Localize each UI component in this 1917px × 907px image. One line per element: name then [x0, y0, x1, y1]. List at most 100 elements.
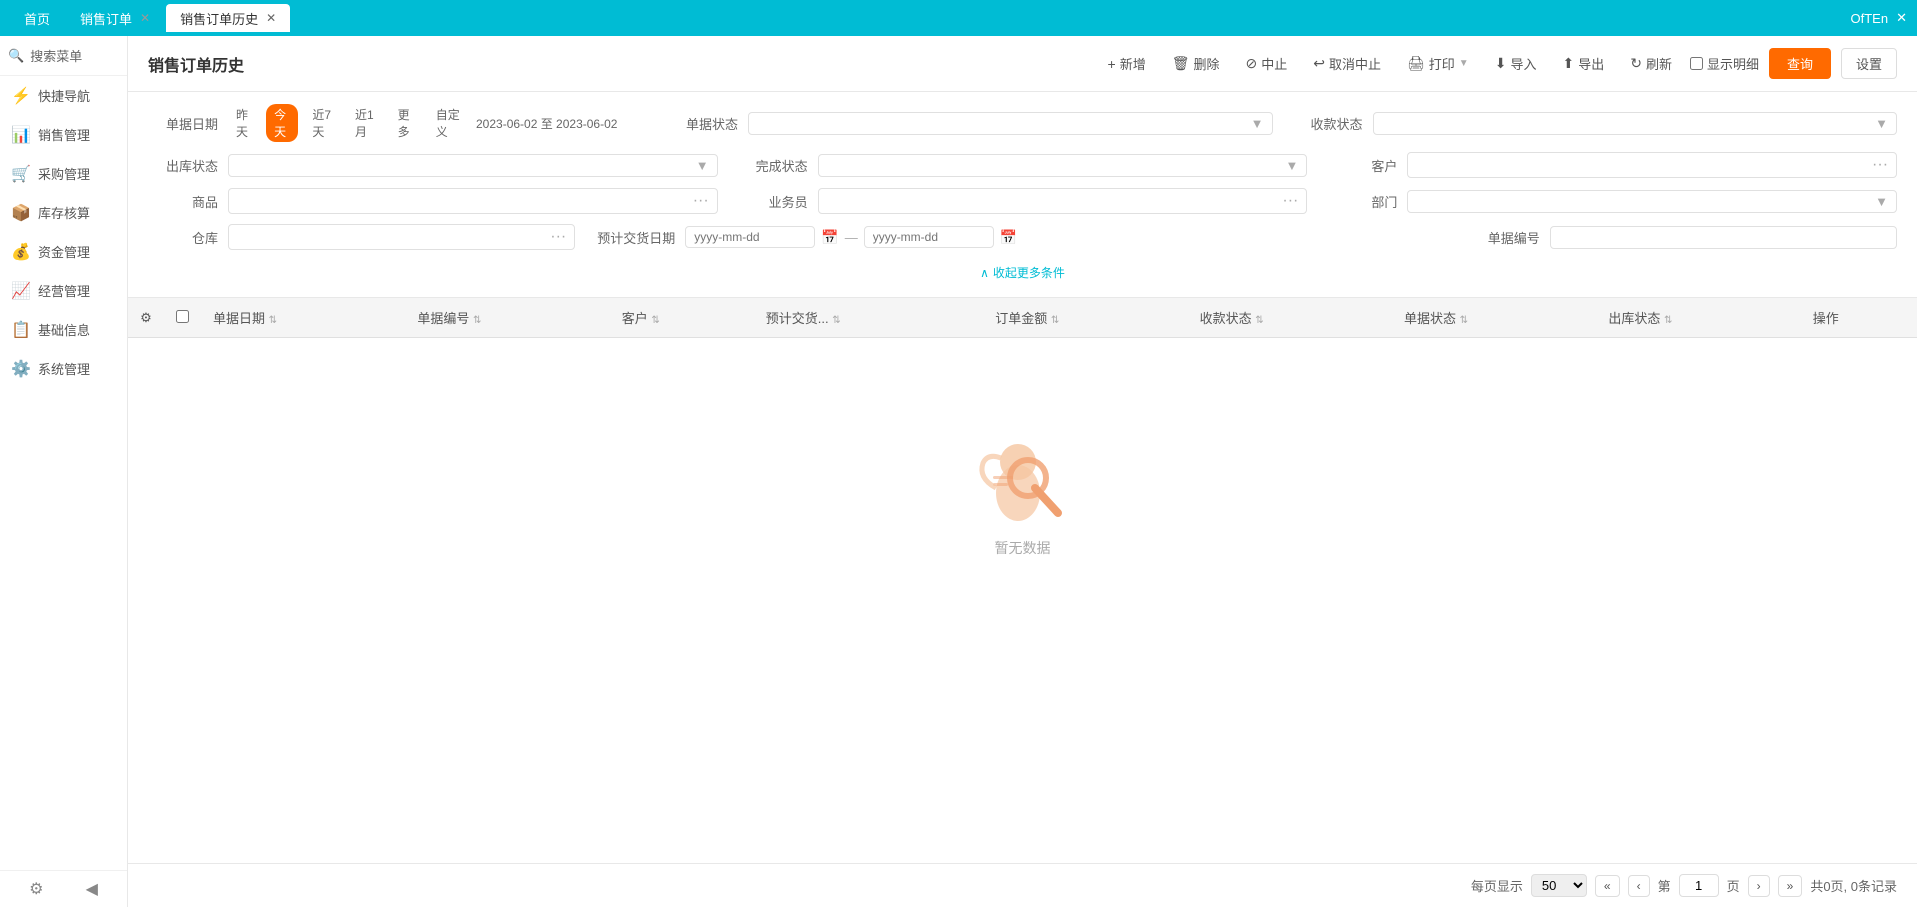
expected-date-to[interactable]	[864, 226, 994, 248]
sidebar-item-basic-info[interactable]: 📋 基础信息	[0, 310, 127, 349]
cancel-stop-button[interactable]: ↩ 取消中止	[1305, 50, 1389, 77]
col-order-no[interactable]: 单据编号 ⇅	[405, 298, 609, 338]
customer-field[interactable]	[1416, 158, 1868, 173]
system-mgmt-icon: ⚙️	[12, 360, 30, 378]
export-button[interactable]: ⬆ 导出	[1554, 50, 1612, 77]
add-icon: +	[1108, 56, 1116, 72]
import-icon: ⬇	[1495, 55, 1507, 72]
stop-button[interactable]: ⊘ 中止	[1238, 50, 1296, 77]
date-more[interactable]: 更多	[390, 104, 422, 142]
refresh-icon: ↻	[1630, 55, 1642, 72]
setting-button[interactable]: 设置	[1841, 48, 1897, 79]
filter-area: 单据日期 昨天 今天 近7天 近1月 更多 自定义 2023-06-02 至 2…	[128, 92, 1917, 298]
salesperson-field[interactable]	[827, 194, 1279, 209]
page-number-input[interactable]	[1679, 874, 1719, 897]
customer-dots-icon[interactable]: ···	[1872, 156, 1888, 174]
table-area: ⚙ 单据日期 ⇅ 单据编号 ⇅ 客户 ⇅	[128, 298, 1917, 863]
empty-svg	[963, 418, 1083, 538]
sidebar-settings-icon[interactable]: ⚙	[29, 879, 43, 899]
product-dots-icon[interactable]: ···	[693, 192, 709, 210]
date-today[interactable]: 今天	[266, 104, 298, 142]
dept-select[interactable]: ▼	[1407, 190, 1897, 213]
date-7days[interactable]: 近7天	[304, 104, 341, 142]
product-field[interactable]	[237, 194, 689, 209]
per-page-select[interactable]: 10 20 50 100	[1531, 874, 1587, 897]
date-yesterday[interactable]: 昨天	[228, 104, 260, 142]
add-button[interactable]: + 新增	[1100, 50, 1154, 77]
salesperson-dots-icon[interactable]: ···	[1282, 192, 1298, 210]
prev-page-button[interactable]: ‹	[1628, 875, 1650, 897]
top-bar-close[interactable]: ✕	[1896, 10, 1907, 26]
inventory-icon: 📦	[12, 204, 30, 222]
sidebar-collapse-icon[interactable]: ◀	[86, 879, 98, 899]
sidebar-item-finance[interactable]: 💰 资金管理	[0, 232, 127, 271]
delete-button[interactable]: 🗑 删除	[1164, 50, 1228, 77]
quick-nav-icon: ⚡	[12, 87, 30, 105]
col-date[interactable]: 单据日期 ⇅	[201, 298, 405, 338]
col-customer[interactable]: 客户 ⇅	[610, 298, 754, 338]
calendar-to-icon[interactable]: 📅	[1000, 229, 1017, 246]
out-status-chevron-icon: ▼	[696, 158, 709, 173]
col-out-sort-icon: ⇅	[1664, 315, 1672, 326]
toolbar: + 新增 🗑 删除 ⊘ 中止 ↩ 取消中止 🖨 打印	[1100, 48, 1898, 79]
next-page-button[interactable]: ›	[1748, 875, 1770, 897]
product-input[interactable]: ···	[228, 188, 718, 214]
col-expected-delivery[interactable]: 预计交货... ⇅	[754, 298, 984, 338]
status-select[interactable]: ▼	[748, 112, 1273, 135]
warehouse-dots-icon[interactable]: ···	[550, 228, 566, 246]
date-custom[interactable]: 自定义	[428, 104, 468, 142]
refresh-button[interactable]: ↻ 刷新	[1622, 50, 1680, 77]
sidebar-item-operation[interactable]: 📈 经营管理	[0, 271, 127, 310]
page-word: 第	[1658, 876, 1671, 895]
sidebar-item-sales-mgmt[interactable]: 📊 销售管理	[0, 115, 127, 154]
customer-input[interactable]: ···	[1407, 152, 1897, 178]
pagination: 每页显示 10 20 50 100 « ‹ 第 页 › » 共0页, 0条记录	[128, 863, 1917, 907]
collapse-more-btn[interactable]: ∧ 收起更多条件	[148, 260, 1897, 285]
col-out-status[interactable]: 出库状态 ⇅	[1596, 298, 1800, 338]
select-all-checkbox[interactable]	[176, 310, 189, 323]
first-page-button[interactable]: «	[1595, 875, 1620, 897]
show-detail-checkbox[interactable]	[1690, 57, 1703, 70]
print-icon: 🖨	[1407, 55, 1425, 72]
order-no-input[interactable]	[1550, 226, 1897, 249]
warehouse-field[interactable]	[237, 230, 546, 245]
customer-filter-label: 客户	[1327, 156, 1407, 175]
sidebar-item-inventory[interactable]: 📦 库存核算	[0, 193, 127, 232]
export-icon: ⬆	[1562, 55, 1574, 72]
order-no-field[interactable]	[1559, 230, 1888, 245]
date-1month[interactable]: 近1月	[347, 104, 384, 142]
content-area: 销售订单历史 + 新增 🗑 删除 ⊘ 中止 ↩ 取消中止	[128, 36, 1917, 907]
tab-sales-history[interactable]: 销售订单历史 ✕	[166, 4, 290, 32]
tab-sales-order[interactable]: 销售订单 ✕	[66, 4, 164, 32]
expected-date-from[interactable]	[685, 226, 815, 248]
salesperson-input[interactable]: ···	[818, 188, 1308, 214]
sidebar-item-purchase-mgmt[interactable]: 🛒 采购管理	[0, 154, 127, 193]
col-receipt-status[interactable]: 收款状态 ⇅	[1188, 298, 1392, 338]
out-status-label: 出库状态	[148, 156, 228, 175]
tab-home[interactable]: 首页	[10, 4, 64, 32]
col-customer-sort-icon: ⇅	[651, 315, 659, 326]
out-status-select[interactable]: ▼	[228, 154, 718, 177]
show-detail-label[interactable]: 显示明细	[1690, 54, 1759, 73]
col-order-status[interactable]: 单据状态 ⇅	[1392, 298, 1596, 338]
import-button[interactable]: ⬇ 导入	[1487, 50, 1545, 77]
search-icon: 🔍	[8, 48, 24, 64]
query-button[interactable]: 查询	[1769, 48, 1831, 79]
date-range-display: 2023-06-02 至 2023-06-02	[476, 115, 617, 132]
col-settings[interactable]: ⚙	[128, 298, 164, 338]
print-button[interactable]: 🖨 打印 ▼	[1399, 50, 1477, 77]
last-page-button[interactable]: »	[1778, 875, 1803, 897]
tab-close-sales-history[interactable]: ✕	[266, 11, 276, 25]
col-checkbox[interactable]	[164, 298, 201, 338]
complete-status-select[interactable]: ▼	[818, 154, 1308, 177]
calendar-from-icon[interactable]: 📅	[821, 229, 838, 246]
sidebar-search[interactable]: 🔍 搜索菜单	[0, 36, 127, 76]
receipt-status-select[interactable]: ▼	[1373, 112, 1898, 135]
col-amount[interactable]: 订单金额 ⇅	[983, 298, 1187, 338]
warehouse-input[interactable]: ···	[228, 224, 575, 250]
sidebar-item-system-mgmt[interactable]: ⚙️ 系统管理	[0, 349, 127, 388]
sidebar-item-quick-nav[interactable]: ⚡ 快捷导航	[0, 76, 127, 115]
page-unit: 页	[1727, 876, 1740, 895]
tab-close-sales-order[interactable]: ✕	[140, 11, 150, 25]
total-info: 共0页, 0条记录	[1810, 876, 1897, 895]
